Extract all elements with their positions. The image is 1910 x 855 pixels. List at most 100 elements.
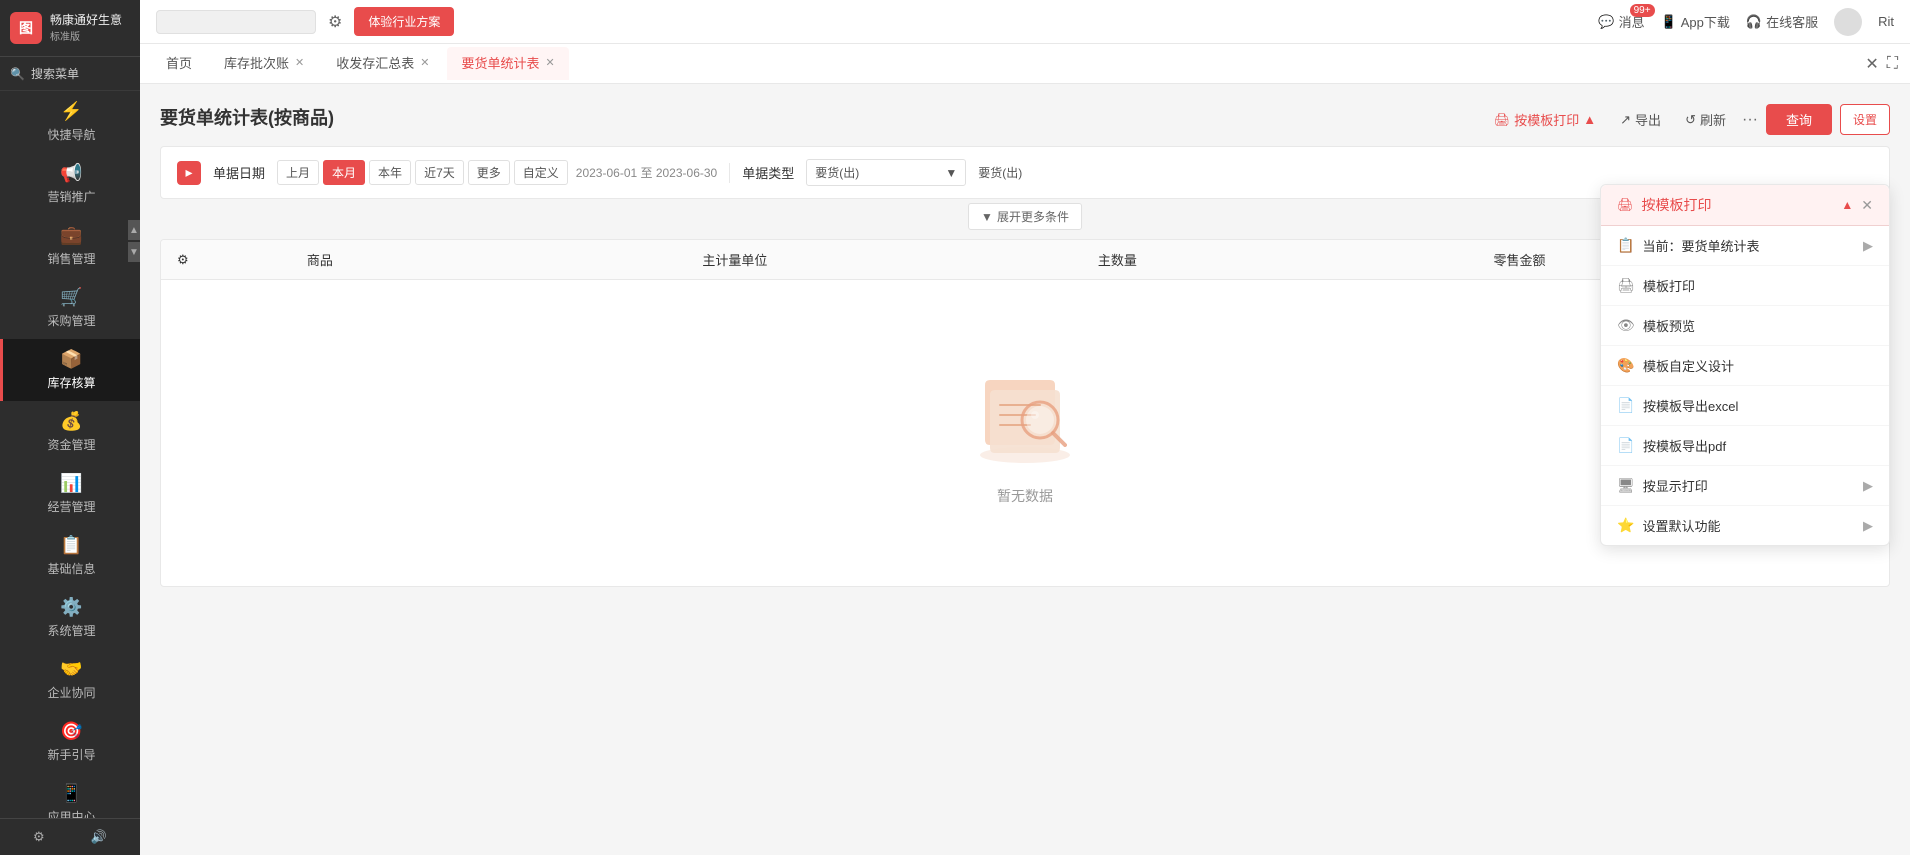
main-area: ⚙ 体验行业方案 💬 消息 99+ 📱 App下载 🎧 在线客服 Rit 首页 (140, 0, 1910, 855)
marketing-icon: 📢 (60, 163, 82, 184)
date-this-year-btn[interactable]: 本年 (369, 160, 411, 185)
refresh-btn[interactable]: ↺ 刷新 (1677, 106, 1734, 133)
order-type-value: 要货(出) (815, 164, 859, 181)
date-filter-label: 单据日期 (213, 163, 265, 182)
sidebar-item-cooperation[interactable]: 🤝 企业协同 (0, 649, 140, 711)
dropdown-template-print[interactable]: 🖨 模板打印 (1601, 266, 1889, 306)
download-icon: 📱 (1661, 14, 1677, 30)
app-download-btn[interactable]: 📱 App下载 (1661, 12, 1730, 31)
app-name: 畅康通好生意 (50, 13, 122, 29)
tab-close-btn[interactable]: ✕ (1865, 54, 1878, 74)
th-product: 商品 (307, 250, 687, 269)
template-design-icon: 🎨 (1617, 357, 1633, 374)
sidebar-item-inventory[interactable]: 📦库存核算 (0, 339, 140, 401)
volume-icon[interactable]: 🔊 (91, 829, 107, 845)
date-this-month-btn[interactable]: 本月 (323, 160, 365, 185)
print-dropdown-arrow: ▲ (1583, 112, 1596, 127)
dropdown-title: 按模板打印 (1642, 195, 1712, 215)
date-more-btn[interactable]: 更多 (468, 160, 510, 185)
notification-badge: 99+ (1630, 4, 1655, 17)
tab-maximize-btn[interactable]: ⛶ (1887, 54, 1898, 74)
tab-batch[interactable]: 库存批次账 ✕ (210, 47, 318, 80)
sidebar-item-purchase[interactable]: 🛒采购管理 (0, 277, 140, 339)
tab-home[interactable]: 首页 (152, 47, 206, 80)
tab-batch-close[interactable]: ✕ (295, 56, 304, 69)
sidebar-item-basics[interactable]: 📋 基础信息 (0, 525, 140, 587)
sidebar-item-apps[interactable]: 📱应用中心 (0, 773, 140, 818)
dropdown-template-preview[interactable]: 👁 模板预览 (1601, 306, 1889, 346)
query-button[interactable]: 查询 (1766, 104, 1832, 135)
dropdown-collapse-arrow[interactable]: ▲ (1841, 198, 1853, 212)
sidebar-search[interactable]: 🔍 搜索菜单 (0, 57, 140, 91)
settings-button[interactable]: 设置 (1840, 104, 1890, 135)
set-default-label: 设置默认功能 (1642, 516, 1720, 535)
trial-button[interactable]: 体验行业方案 (354, 7, 454, 36)
sidebar-item-system[interactable]: ⚙️系统管理 (0, 587, 140, 649)
sidebar-nav: ⚡快捷导航📢营销推广💼销售管理🛒采购管理📦库存核算 💰 资金管理 📊 经营管理 📋 基础信息… (0, 91, 140, 818)
sidebar-item-guide[interactable]: 🎯新手引导 (0, 711, 140, 773)
dropdown-template-design[interactable]: 🎨 模板自定义设计 (1601, 346, 1889, 386)
scroll-up-arrow[interactable]: ▲ (128, 220, 140, 240)
expand-icon: ▼ (981, 210, 993, 224)
user-avatar[interactable] (1834, 8, 1862, 36)
set-default-arrow: ▶ (1863, 518, 1873, 534)
operations-icon: 📊 (60, 473, 82, 494)
sidebar-item-sales[interactable]: 💼销售管理 (0, 215, 140, 277)
template-design-label: 模板自定义设计 (1643, 356, 1873, 375)
header-search-input[interactable] (156, 10, 316, 34)
sidebar-item-operations[interactable]: 📊 经营管理 (0, 463, 140, 525)
filter-expand-btn[interactable]: ▸ (177, 161, 201, 185)
current-template-arrow: ▶ (1863, 238, 1873, 254)
dropdown-current-template[interactable]: 📋 当前：要货单统计表 ▶ (1601, 226, 1889, 266)
app-badge: 标准版 (50, 28, 122, 43)
sidebar-label-basics: 基础信息 (47, 560, 95, 577)
tab-order-stats[interactable]: 要货单统计表 ✕ (447, 47, 568, 80)
sidebar-label-inventory: 库存核算 (47, 374, 95, 391)
app-logo: 图 畅康通好生意 标准版 (0, 0, 140, 57)
sidebar-label-operations: 经营管理 (47, 498, 95, 515)
scroll-down-arrow[interactable]: ▼ (128, 242, 140, 262)
th-quantity: 主数量 (1098, 250, 1478, 269)
system-icon: ⚙️ (60, 597, 82, 618)
dropdown-export-pdf[interactable]: 📄 按模板导出pdf (1601, 426, 1889, 466)
print-template-btn[interactable]: 🖨 按模板打印 ▲ (1486, 106, 1604, 133)
date-custom-btn[interactable]: 自定义 (514, 160, 568, 185)
sidebar-item-quick-nav[interactable]: ⚡快捷导航 (0, 91, 140, 153)
tab-order-stats-close[interactable]: ✕ (546, 56, 555, 69)
header-gear-icon[interactable]: ⚙ (328, 12, 342, 32)
tab-collection-close[interactable]: ✕ (420, 56, 429, 69)
sidebar-label-finance: 资金管理 (47, 436, 95, 453)
expand-more-btn[interactable]: ▼ 展开更多条件 (968, 203, 1082, 230)
online-service-btn[interactable]: 🎧 在线客服 (1746, 12, 1818, 31)
dropdown-export-excel[interactable]: 📄 按模板导出excel (1601, 386, 1889, 426)
set-default-icon: ⭐ (1617, 517, 1634, 534)
purchase-icon: 🛒 (60, 287, 82, 308)
settings-icon[interactable]: ⚙ (33, 829, 45, 845)
date-prev-month-btn[interactable]: 上月 (277, 160, 319, 185)
th-settings[interactable]: ⚙ (177, 252, 291, 268)
sidebar: 图 畅康通好生意 标准版 🔍 搜索菜单 ⚡快捷导航📢营销推广💼销售管理🛒采购管理… (0, 0, 140, 855)
cooperation-icon: 🤝 (60, 659, 82, 680)
sidebar-label-cooperation: 企业协同 (47, 684, 95, 701)
dropdown-close-btn[interactable]: ✕ (1861, 197, 1873, 214)
notification-btn[interactable]: 💬 消息 99+ (1598, 12, 1644, 31)
export-excel-label: 按模板导出excel (1643, 396, 1873, 415)
date-7days-btn[interactable]: 近7天 (415, 160, 464, 185)
export-btn[interactable]: ↗ 导出 (1612, 106, 1669, 133)
display-print-icon: 🖥 (1617, 477, 1635, 494)
online-service-label: 在线客服 (1766, 12, 1818, 31)
tab-collection[interactable]: 收发存汇总表 ✕ (322, 47, 443, 80)
refresh-icon: ↺ (1685, 112, 1696, 128)
sidebar-item-marketing[interactable]: 📢营销推广 (0, 153, 140, 215)
dropdown-display-print[interactable]: 🖥 按显示打印 ▶ (1601, 466, 1889, 506)
more-btn[interactable]: ··· (1742, 111, 1758, 129)
basics-icon: 📋 (60, 535, 82, 556)
dropdown-set-default[interactable]: ⭐ 设置默认功能 ▶ (1601, 506, 1889, 545)
tab-actions: ✕ ⛶ (1865, 54, 1898, 74)
sidebar-item-finance[interactable]: 💰 资金管理 (0, 401, 140, 463)
print-template-label: 按模板打印 (1514, 110, 1579, 129)
finance-icon: 💰 (60, 411, 82, 432)
sales-icon: 💼 (60, 225, 82, 246)
order-type-select[interactable]: 要货(出) ▼ (806, 159, 966, 186)
tab-collection-label: 收发存汇总表 (336, 53, 414, 72)
